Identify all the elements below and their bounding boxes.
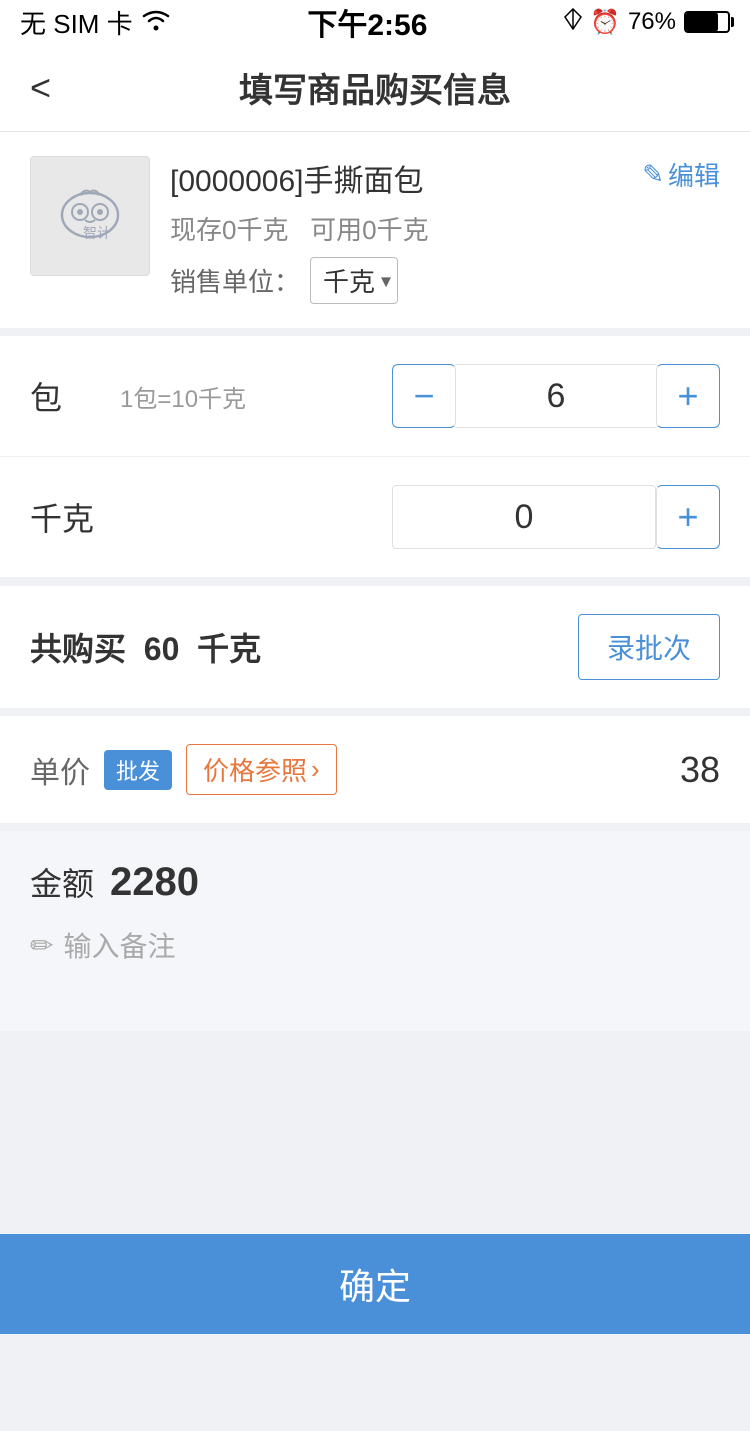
- unit-dropdown[interactable]: 千克: [310, 257, 398, 304]
- price-tag: 批发: [104, 750, 172, 790]
- price-ref-button[interactable]: 价格参照 ›: [186, 744, 337, 795]
- product-name: [0000006]手撕面包: [170, 156, 423, 200]
- batch-button[interactable]: 录批次: [578, 614, 720, 680]
- kg-label: 千克: [30, 494, 110, 540]
- product-card: 智计 [0000006]手撕面包 ✎ 编辑 现存0千克 可用0千克 销售单位： …: [0, 132, 750, 336]
- price-section: 单价 批发 价格参照 › 38: [0, 716, 750, 831]
- alarm-icon: ⏰: [590, 8, 620, 37]
- remark-placeholder: 输入备注: [63, 925, 175, 965]
- amount-label: 金额: [30, 859, 94, 905]
- amount-value: 2280: [110, 860, 199, 905]
- amount-section: 金额 2280 ✏ 输入备注: [0, 831, 750, 1031]
- kg-increment-button[interactable]: +: [656, 485, 720, 549]
- product-image: 智计: [30, 156, 150, 276]
- pencil-icon: ✏: [30, 929, 53, 962]
- edit-icon: ✎: [642, 159, 664, 190]
- kg-qty-input[interactable]: 0: [392, 485, 656, 549]
- carrier-label: 无 SIM 卡: [20, 4, 133, 41]
- total-row: 共购买 60 千克 录批次: [0, 578, 750, 716]
- kg-qty-controls: 0 +: [392, 485, 720, 549]
- status-time: 下午2:56: [307, 0, 427, 44]
- pack-qty-controls: − 6 +: [392, 364, 720, 428]
- product-logo-icon: 智计: [55, 180, 125, 252]
- nav-bar: < 填写商品购买信息: [0, 44, 750, 132]
- product-unit-row: 销售单位： 千克: [170, 257, 720, 304]
- battery-icon: [684, 11, 730, 33]
- price-value: 38: [680, 749, 720, 791]
- kg-qty-row: 千克 0 +: [0, 457, 750, 578]
- page-title: 填写商品购买信息: [239, 63, 511, 112]
- back-button[interactable]: <: [30, 57, 61, 119]
- chevron-right-icon: ›: [311, 754, 320, 785]
- confirm-button[interactable]: 确定: [0, 1234, 750, 1334]
- pack-decrement-button[interactable]: −: [392, 364, 456, 428]
- product-info: [0000006]手撕面包 ✎ 编辑 现存0千克 可用0千克 销售单位： 千克: [170, 156, 720, 304]
- pack-qty-row: 包 1包=10千克 − 6 +: [0, 336, 750, 457]
- status-right: ⏰ 76%: [564, 8, 730, 37]
- remark-row[interactable]: ✏ 输入备注: [30, 925, 720, 965]
- gps-icon: [564, 8, 582, 37]
- wifi-icon: [141, 7, 171, 38]
- edit-button[interactable]: ✎ 编辑: [642, 156, 720, 193]
- content-spacer: [0, 1031, 750, 1431]
- quantity-section: 包 1包=10千克 − 6 + 千克 0 +: [0, 336, 750, 578]
- battery-percent: 76%: [628, 8, 676, 36]
- status-left: 无 SIM 卡: [20, 4, 171, 41]
- price-row: 单价 批发 价格参照 › 38: [30, 744, 720, 795]
- pack-qty-input[interactable]: 6: [456, 364, 656, 428]
- total-text: 共购买 60 千克: [30, 624, 261, 670]
- price-label: 单价: [30, 748, 90, 792]
- amount-row: 金额 2280: [30, 859, 720, 905]
- pack-label: 包: [30, 373, 110, 419]
- svg-text:智计: 智计: [83, 225, 111, 240]
- pack-increment-button[interactable]: +: [656, 364, 720, 428]
- pack-conversion: 1包=10千克: [120, 379, 392, 414]
- product-stock: 现存0千克 可用0千克: [170, 210, 720, 247]
- status-bar: 无 SIM 卡 下午2:56 ⏰ 76%: [0, 0, 750, 44]
